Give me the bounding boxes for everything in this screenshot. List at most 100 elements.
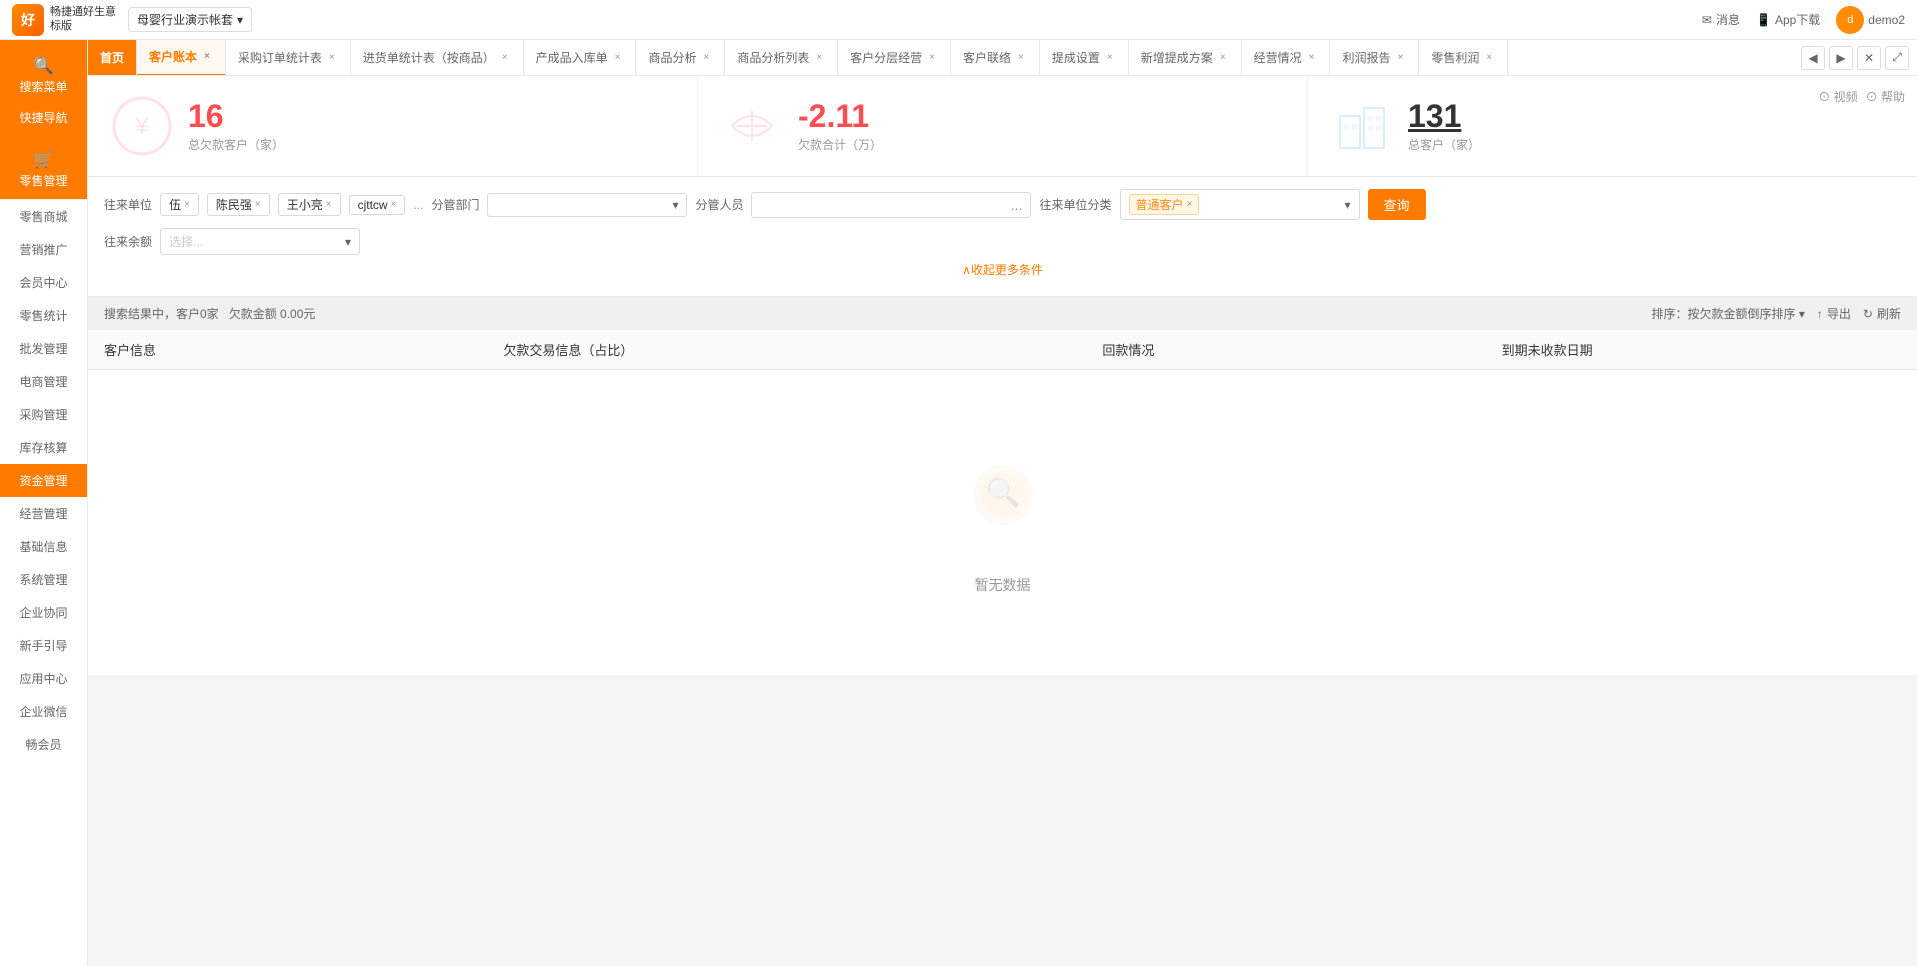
sidebar-item-finance[interactable]: 资金管理 <box>0 464 87 497</box>
filter-tag-close-unit4[interactable]: × <box>391 199 397 210</box>
table-col-debt-info: 欠款交易信息（占比） <box>503 340 1102 359</box>
filter-tag-close-unit2[interactable]: × <box>255 199 261 210</box>
tab-close-product-analysis[interactable]: × <box>700 51 712 64</box>
tab-purchase-order[interactable]: 采购订单统计表 × <box>226 40 351 76</box>
tab-commission-settings[interactable]: 提成设置 × <box>1040 40 1129 76</box>
tab-customer-contact[interactable]: 客户联络 × <box>951 40 1040 76</box>
tab-close-product-analysis-list[interactable]: × <box>813 51 825 64</box>
dept-select[interactable]: ▾ <box>487 193 687 217</box>
tab-close-operations[interactable]: × <box>1306 51 1318 64</box>
tab-close-commission-settings[interactable]: × <box>1104 51 1116 64</box>
refresh-button[interactable]: ↻ 刷新 <box>1863 305 1901 322</box>
sidebar-item-retail-stats[interactable]: 零售统计 <box>0 299 87 332</box>
export-button[interactable]: ↑ 导出 <box>1817 305 1851 322</box>
sidebar-item-changhui[interactable]: 畅会员 <box>0 728 87 761</box>
empty-state: 🔍 暂无数据 <box>88 370 1917 675</box>
help-link[interactable]: ⊙ 帮助 <box>1866 88 1905 105</box>
tab-product-analysis-list[interactable]: 商品分析列表 × <box>725 40 838 76</box>
user-avatar[interactable]: d demo2 <box>1836 6 1905 34</box>
tab-purchase-stats[interactable]: 进货单统计表（按商品） × <box>351 40 524 76</box>
sidebar-quick-nav[interactable]: 快捷导航 <box>0 103 87 132</box>
stat-label-debt: 欠款合计（万） <box>798 136 882 153</box>
app-download-button[interactable]: 📱 App下载 <box>1756 11 1820 28</box>
sidebar-item-marketing[interactable]: 营销推广 <box>0 233 87 266</box>
class-tag-close[interactable]: × <box>1187 199 1193 210</box>
tab-product-analysis[interactable]: 商品分析 × <box>636 40 725 76</box>
tab-close-retail-profit[interactable]: × <box>1483 51 1495 64</box>
collapse-button[interactable]: ∧ 收起更多条件 <box>104 255 1901 284</box>
class-select[interactable]: 普通客户 × ▾ <box>1120 189 1360 220</box>
sidebar-item-retail[interactable]: 🛒 零售管理 <box>0 140 87 200</box>
tab-close-all[interactable]: ✕ <box>1857 46 1881 70</box>
tab-close-customer-ledger[interactable]: × <box>201 50 213 63</box>
tab-home[interactable]: 首页 <box>88 40 137 76</box>
filter-tag-close-unit1[interactable]: × <box>184 199 190 210</box>
svg-text:¥: ¥ <box>134 113 149 140</box>
dept-label: 分管部门 <box>431 196 479 213</box>
tab-close-customer-contact[interactable]: × <box>1015 51 1027 64</box>
table-col-overdue-date: 到期未收款日期 <box>1502 340 1901 359</box>
person-select[interactable]: ... <box>751 192 1031 218</box>
tab-maximize[interactable]: ⤢ <box>1885 46 1909 70</box>
class-tag-normal: 普通客户 × <box>1129 194 1200 215</box>
sidebar-item-retail-shop[interactable]: 零售商城 <box>0 200 87 233</box>
tab-customer-segment[interactable]: 客户分层经营 × <box>838 40 951 76</box>
tab-close-purchase-stats[interactable]: × <box>499 51 511 64</box>
sidebar-item-newbie-guide[interactable]: 新手引导 <box>0 629 87 662</box>
tab-customer-ledger[interactable]: 客户账本 × <box>137 40 226 76</box>
stat-icon-building <box>1332 96 1392 156</box>
tab-scroll-left[interactable]: ◀ <box>1801 46 1825 70</box>
sidebar-search[interactable]: 🔍 搜索菜单 <box>0 48 87 103</box>
stat-help-links: ⊙ 视频 ⊙ 帮助 <box>1818 88 1905 105</box>
sidebar-item-member-center[interactable]: 会员中心 <box>0 266 87 299</box>
empty-label: 暂无数据 <box>975 575 1031 595</box>
filter-tag-unit1: 伍 × <box>160 193 199 216</box>
query-button[interactable]: 查询 <box>1368 189 1426 220</box>
tab-close-product-inbound[interactable]: × <box>612 51 624 64</box>
balance-select[interactable]: 选择... ▾ <box>160 228 360 255</box>
tab-profit-report[interactable]: 利润报告 × <box>1330 40 1419 76</box>
sidebar-item-inventory[interactable]: 库存核算 <box>0 431 87 464</box>
sidebar-item-operations[interactable]: 经营管理 <box>0 497 87 530</box>
tab-scroll-right[interactable]: ▶ <box>1829 46 1853 70</box>
class-label: 往来单位分类 <box>1039 196 1111 213</box>
sidebar-item-app-center[interactable]: 应用中心 <box>0 662 87 695</box>
results-actions: 排序：按欠款金额倒序排序 ▾ ↑ 导出 ↻ 刷新 <box>1652 305 1901 322</box>
filter-tag-close-unit3[interactable]: × <box>326 199 332 210</box>
sidebar-item-wholesale[interactable]: 批发管理 <box>0 332 87 365</box>
stat-card-customers: ¥ 16 总欠款客户（家） <box>88 76 698 176</box>
sort-label[interactable]: 排序：按欠款金额倒序排序 ▾ <box>1652 305 1805 322</box>
tab-close-add-commission[interactable]: × <box>1217 51 1229 64</box>
sidebar-item-enterprise-wechat[interactable]: 企业微信 <box>0 695 87 728</box>
account-selector[interactable]: 母婴行业演示帐套 ▾ <box>128 7 252 32</box>
filter-dots-person[interactable]: ... <box>1011 197 1023 213</box>
tab-close-profit-report[interactable]: × <box>1394 51 1406 64</box>
video-link[interactable]: ⊙ 视频 <box>1818 88 1857 105</box>
stat-info-customers: 16 总欠款客户（家） <box>188 100 284 153</box>
tab-add-commission[interactable]: 新增提成方案 × <box>1129 40 1242 76</box>
avatar: d <box>1836 6 1864 34</box>
sidebar-item-ecommerce[interactable]: 电商管理 <box>0 365 87 398</box>
sidebar-item-basic-info[interactable]: 基础信息 <box>0 530 87 563</box>
filter-more-units[interactable]: ... <box>413 198 423 212</box>
tab-close-customer-segment[interactable]: × <box>926 51 938 64</box>
sidebar-item-enterprise-collab[interactable]: 企业协同 <box>0 596 87 629</box>
sidebar-item-purchase[interactable]: 采购管理 <box>0 398 87 431</box>
stat-icon-debt <box>722 96 782 156</box>
message-button[interactable]: ✉ 消息 <box>1702 11 1740 28</box>
tab-close-purchase-order[interactable]: × <box>326 51 338 64</box>
table-col-repayment: 回款情况 <box>1102 340 1501 359</box>
page-content: ¥ 16 总欠款客户（家） -2.11 欠款合计（万） <box>88 76 1917 966</box>
filter-area: 往来单位 伍 × 陈民强 × 王小亮 × cjttcw <box>88 177 1917 297</box>
tab-product-inbound[interactable]: 产成品入库单 × <box>524 40 637 76</box>
stat-card-total: 131 总客户（家） ⊙ 视频 ⊙ 帮助 <box>1308 76 1917 176</box>
tab-retail-profit[interactable]: 零售利润 × <box>1419 40 1508 76</box>
sidebar-item-system[interactable]: 系统管理 <box>0 563 87 596</box>
stat-icon-currency: ¥ <box>112 96 172 156</box>
tab-operations[interactable]: 经营情况 × <box>1242 40 1331 76</box>
logo-icon: 好 <box>12 4 44 36</box>
stat-label-total: 总客户（家） <box>1408 136 1480 153</box>
stat-value-debt: -2.11 <box>798 100 882 132</box>
unit-label: 往来单位 <box>104 196 152 213</box>
sidebar-top: 🔍 搜索菜单 快捷导航 <box>0 40 87 140</box>
